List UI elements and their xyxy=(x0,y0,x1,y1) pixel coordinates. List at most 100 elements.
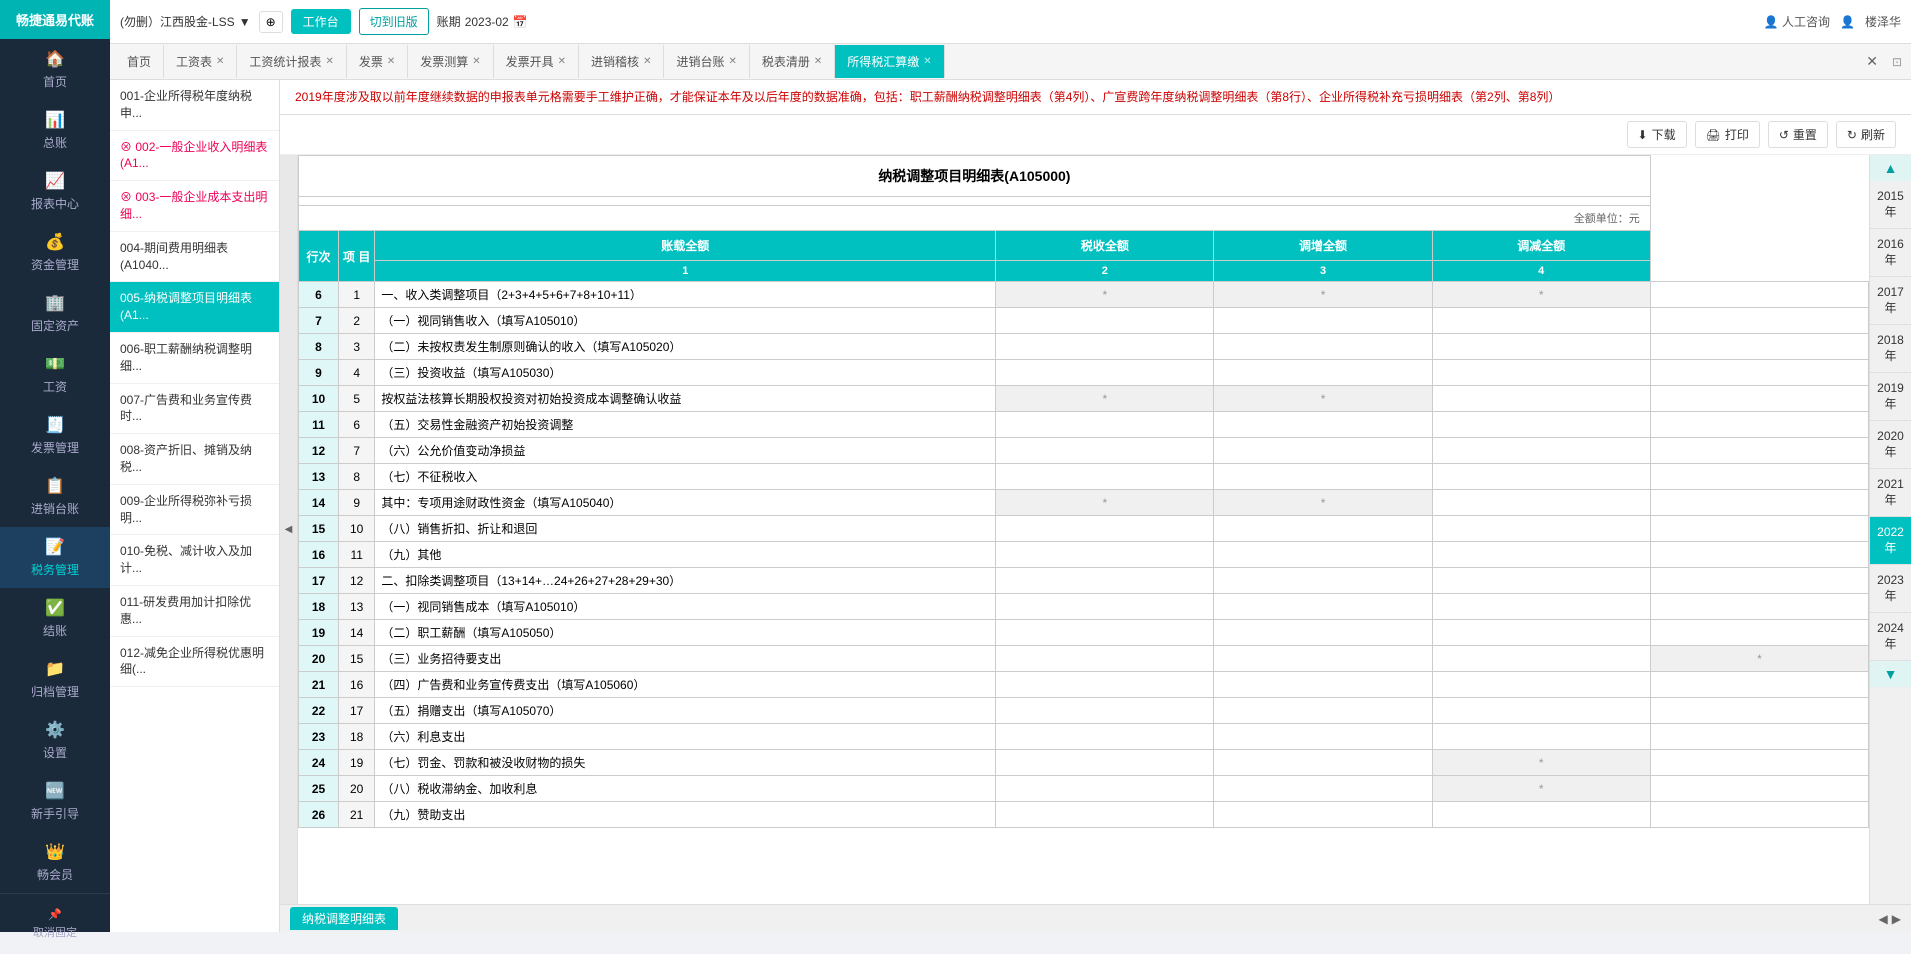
collapse-panel-button[interactable]: ◀ xyxy=(280,155,298,904)
tab-salary-report[interactable]: 工资统计报表✕ xyxy=(237,45,346,78)
value-cell-1[interactable]: * xyxy=(1214,490,1432,516)
sidebar-item-purchase[interactable]: 📋进销台账 xyxy=(0,466,110,527)
year-item-2017年[interactable]: 2017年 xyxy=(1870,277,1911,325)
value-cell-3[interactable] xyxy=(1650,360,1868,386)
sidebar-item-member[interactable]: 👑畅会员 xyxy=(0,832,110,893)
value-cell-1[interactable] xyxy=(1214,776,1432,802)
value-cell-2[interactable] xyxy=(1432,412,1650,438)
sidebar-item-ledger[interactable]: 📊总账 xyxy=(0,100,110,161)
value-cell-2[interactable] xyxy=(1432,308,1650,334)
sidebar-item-invoice[interactable]: 🧾发票管理 xyxy=(0,405,110,466)
tab-close-tax-clear[interactable]: ✕ xyxy=(814,56,822,67)
value-cell-1[interactable] xyxy=(1214,334,1432,360)
copy-button[interactable]: ⊕ xyxy=(259,11,283,33)
calendar-icon[interactable]: 📅 xyxy=(513,15,528,29)
value-cell-0[interactable] xyxy=(996,516,1214,542)
sidebar-item-salary[interactable]: 💵工资 xyxy=(0,344,110,405)
bottom-tab[interactable]: 纳税调整明细表 xyxy=(290,907,398,930)
year-item-2020年[interactable]: 2020年 xyxy=(1870,421,1911,469)
year-nav-down[interactable]: ▼ xyxy=(1870,661,1911,687)
value-cell-1[interactable] xyxy=(1214,724,1432,750)
value-cell-2[interactable] xyxy=(1432,672,1650,698)
value-cell-0[interactable] xyxy=(996,542,1214,568)
value-cell-3[interactable] xyxy=(1650,776,1868,802)
value-cell-3[interactable] xyxy=(1650,282,1868,308)
value-cell-2[interactable] xyxy=(1432,490,1650,516)
left-nav-item-004[interactable]: 004-期间费用明细表(A1040... xyxy=(110,232,279,283)
value-cell-2[interactable] xyxy=(1432,516,1650,542)
value-cell-1[interactable] xyxy=(1214,672,1432,698)
value-cell-3[interactable] xyxy=(1650,386,1868,412)
value-cell-0[interactable]: * xyxy=(996,282,1214,308)
value-cell-3[interactable] xyxy=(1650,620,1868,646)
tab-income-tax[interactable]: 所得税汇算缴✕ xyxy=(835,45,944,78)
value-cell-2[interactable] xyxy=(1432,334,1650,360)
value-cell-3[interactable] xyxy=(1650,542,1868,568)
tab-close-invoice-calc[interactable]: ✕ xyxy=(472,56,480,67)
value-cell-2[interactable] xyxy=(1432,438,1650,464)
value-cell-0[interactable]: * xyxy=(996,386,1214,412)
value-cell-3[interactable] xyxy=(1650,412,1868,438)
user-service[interactable]: 👤 人工咨询 xyxy=(1764,13,1830,30)
left-nav-item-003[interactable]: 003-一般企业成本支出明细... xyxy=(110,181,279,232)
value-cell-0[interactable] xyxy=(996,438,1214,464)
value-cell-3[interactable] xyxy=(1650,698,1868,724)
tab-invoice-ledger[interactable]: 进销台账✕ xyxy=(664,45,749,78)
left-nav-item-012[interactable]: 012-减免企业所得税优惠明细(... xyxy=(110,637,279,688)
value-cell-0[interactable] xyxy=(996,672,1214,698)
value-cell-3[interactable] xyxy=(1650,490,1868,516)
sidebar-item-tax[interactable]: 📝税务管理 xyxy=(0,527,110,588)
left-nav-item-005[interactable]: 005-纳税调整项目明细表(A1... xyxy=(110,282,279,333)
scroll-left[interactable]: ◀ xyxy=(1879,912,1888,926)
spreadsheet[interactable]: 纳税调整项目明细表(A105000)全额单位：元行次项 目账载全额税收全额调增全… xyxy=(298,155,1869,904)
tab-close-salary[interactable]: ✕ xyxy=(216,56,224,67)
value-cell-2[interactable] xyxy=(1432,620,1650,646)
value-cell-1[interactable] xyxy=(1214,802,1432,828)
value-cell-3[interactable] xyxy=(1650,334,1868,360)
value-cell-3[interactable] xyxy=(1650,594,1868,620)
value-cell-1[interactable] xyxy=(1214,412,1432,438)
value-cell-2[interactable]: * xyxy=(1432,750,1650,776)
value-cell-0[interactable] xyxy=(996,776,1214,802)
left-nav-item-009[interactable]: 009-企业所得税弥补亏损明... xyxy=(110,485,279,536)
value-cell-1[interactable] xyxy=(1214,594,1432,620)
year-item-2015年[interactable]: 2015年 xyxy=(1870,181,1911,229)
value-cell-0[interactable]: * xyxy=(996,490,1214,516)
value-cell-2[interactable] xyxy=(1432,464,1650,490)
left-nav-item-010[interactable]: 010-免税、减计收入及加计... xyxy=(110,535,279,586)
sidebar-item-settings[interactable]: ⚙️设置 xyxy=(0,710,110,771)
value-cell-2[interactable]: * xyxy=(1432,776,1650,802)
value-cell-2[interactable] xyxy=(1432,698,1650,724)
value-cell-1[interactable]: * xyxy=(1214,386,1432,412)
value-cell-1[interactable]: * xyxy=(1214,282,1432,308)
value-cell-3[interactable] xyxy=(1650,802,1868,828)
value-cell-1[interactable] xyxy=(1214,516,1432,542)
value-cell-2[interactable]: * xyxy=(1432,282,1650,308)
sidebar-item-home[interactable]: 🏠首页 xyxy=(0,39,110,100)
sidebar-item-fixed[interactable]: 🏢固定资产 xyxy=(0,283,110,344)
left-nav-item-006[interactable]: 006-职工薪酬纳税调整明细... xyxy=(110,333,279,384)
value-cell-0[interactable] xyxy=(996,334,1214,360)
download-button[interactable]: ⬇ 下载 xyxy=(1627,121,1687,148)
left-nav-item-011[interactable]: 011-研发费用加计扣除优惠... xyxy=(110,586,279,637)
tab-close-invoice-open[interactable]: ✕ xyxy=(558,56,566,67)
value-cell-2[interactable] xyxy=(1432,802,1650,828)
tab-close-invoice-in[interactable]: ✕ xyxy=(643,56,651,67)
value-cell-1[interactable] xyxy=(1214,568,1432,594)
oldversion-button[interactable]: 切到旧版 xyxy=(359,8,429,35)
left-nav-item-002[interactable]: 002-一般企业收入明细表(A1... xyxy=(110,131,279,182)
value-cell-0[interactable] xyxy=(996,724,1214,750)
scroll-right[interactable]: ▶ xyxy=(1892,912,1901,926)
value-cell-3[interactable] xyxy=(1650,672,1868,698)
value-cell-2[interactable] xyxy=(1432,568,1650,594)
value-cell-2[interactable] xyxy=(1432,724,1650,750)
sidebar-item-report[interactable]: 📈报表中心 xyxy=(0,161,110,222)
tab-close-invoice-ledger[interactable]: ✕ xyxy=(728,56,736,67)
value-cell-1[interactable] xyxy=(1214,620,1432,646)
tab-invoice[interactable]: 发票✕ xyxy=(347,45,408,78)
left-nav-item-001[interactable]: 001-企业所得税年度纳税申... xyxy=(110,80,279,131)
year-item-2022年[interactable]: 2022年 xyxy=(1870,517,1911,565)
sidebar-item-guide[interactable]: 🆕新手引导 xyxy=(0,771,110,832)
restore-tabs[interactable]: ⊡ xyxy=(1888,55,1906,69)
value-cell-0[interactable] xyxy=(996,412,1214,438)
